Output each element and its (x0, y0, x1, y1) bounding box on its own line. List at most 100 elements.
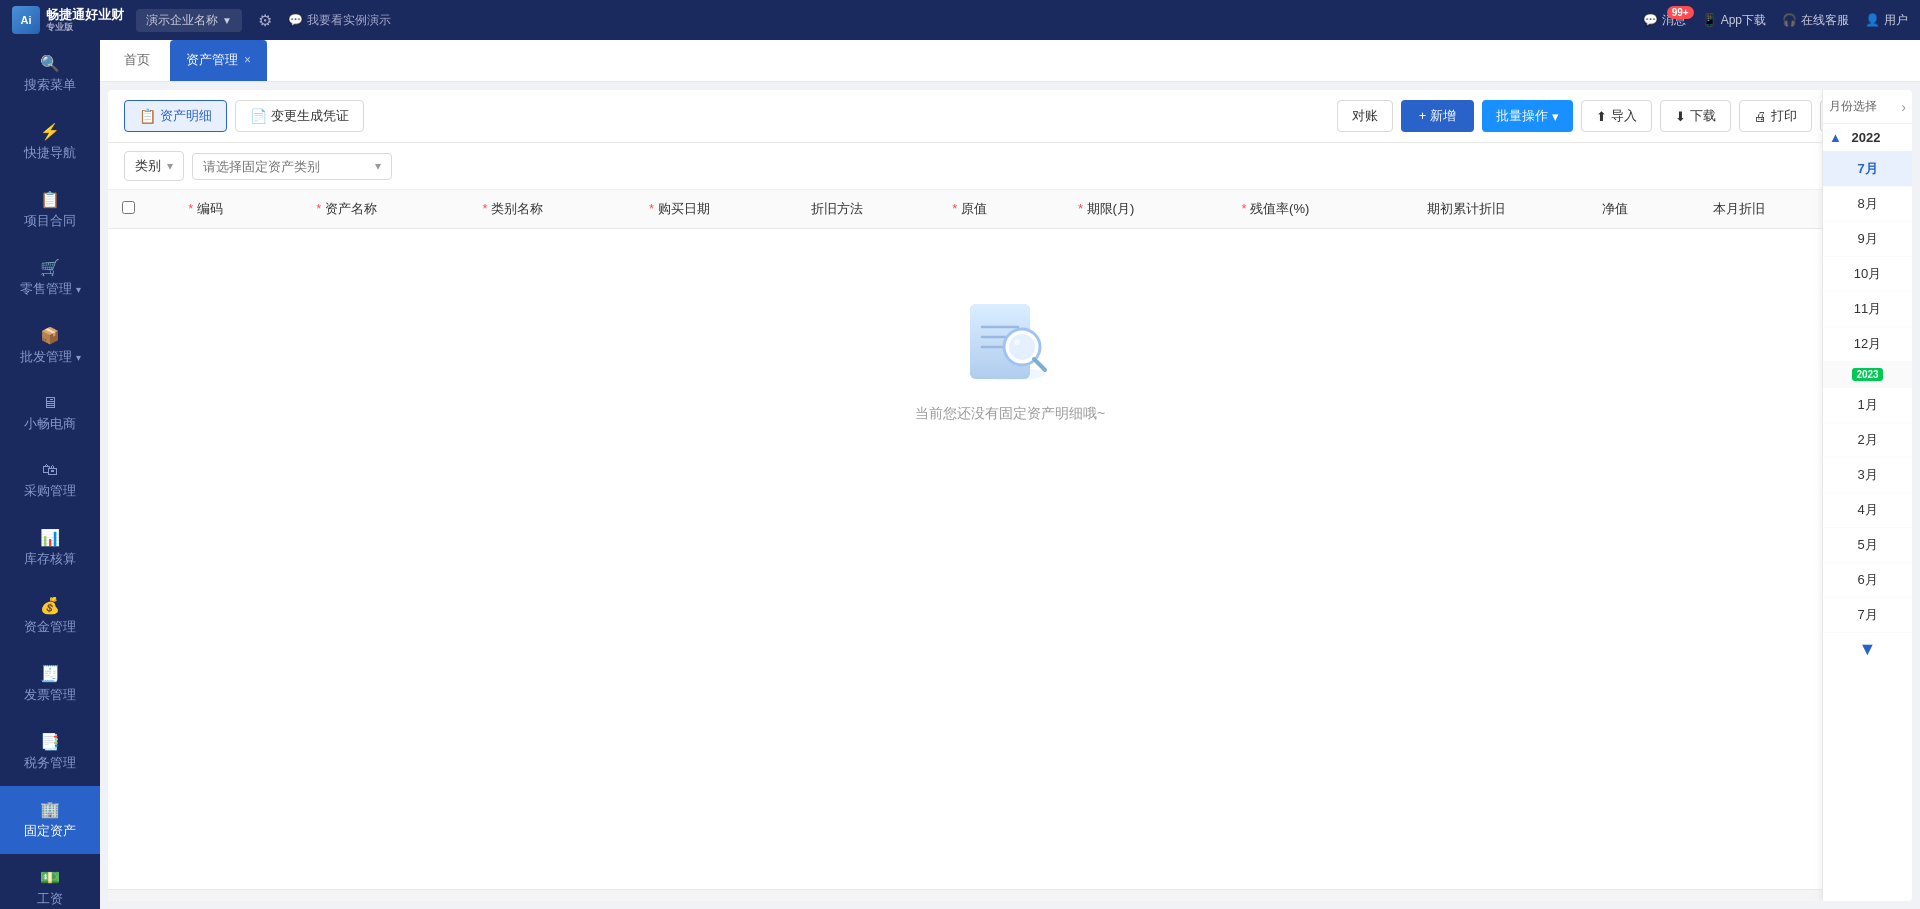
message-button[interactable]: 💬 消息 99+ (1643, 12, 1686, 29)
import-button[interactable]: ⬆ 导入 (1581, 100, 1652, 132)
category-filter-type[interactable]: 类别 ▾ (124, 151, 184, 181)
toolbar: 对账 + 新增 批量操作 ▾ ⬆ 导入 ⬇ 下载 (1337, 100, 1896, 132)
sidebar-item-retail[interactable]: 🛒 零售管理 ▾ (0, 244, 100, 312)
print-button[interactable]: 🖨 打印 (1739, 100, 1812, 132)
month-2022-09-label: 9月 (1857, 231, 1877, 246)
sidebar-item-ecommerce[interactable]: 🖥 小畅电商 (0, 380, 100, 447)
month-item-2022-10[interactable]: 10月 (1823, 257, 1912, 292)
demo-link[interactable]: 💬 我要看实例演示 (288, 12, 391, 29)
sidebar-item-salary[interactable]: 💵 工资 (0, 854, 100, 909)
horizontal-scrollbar[interactable] (108, 889, 1912, 901)
sidebar-item-inventory[interactable]: 📊 库存核算 (0, 514, 100, 582)
sidebar-label-search: 搜索菜单 (8, 76, 92, 94)
month-2023-04-label: 4月 (1857, 502, 1877, 517)
asset-table: * 编码 * 资产名称 * 类别名称 * 购买日期 折旧方法 * 原值 * 期限… (108, 190, 1912, 483)
import-icon: ⬆ (1596, 109, 1607, 124)
category-search-input[interactable] (203, 159, 375, 174)
reconcile-button[interactable]: 对账 (1337, 100, 1393, 132)
asset-detail-icon: 📋 (139, 108, 156, 124)
user-info[interactable]: 👤 用户 (1865, 12, 1908, 29)
salary-icon: 💵 (8, 868, 92, 887)
app-name: 畅捷通好业财 专业版 (46, 7, 124, 33)
quick-nav-icon: ⚡ (8, 122, 92, 141)
finance-icon: 💰 (8, 596, 92, 615)
top-bar-right: 💬 消息 99+ 📱 App下载 🎧 在线客服 👤 用户 (1643, 12, 1908, 29)
add-new-button[interactable]: + 新增 (1401, 100, 1474, 132)
filter-chevron-icon: ▾ (375, 159, 381, 173)
search-icon: 🔍 (8, 54, 92, 73)
month-item-2023-02[interactable]: 2月 (1823, 423, 1912, 458)
batch-ops-button[interactable]: 批量操作 ▾ (1482, 100, 1573, 132)
sidebar-item-fixed-assets[interactable]: 🏢 固定资产 (0, 786, 100, 854)
month-item-2022-11[interactable]: 11月 (1823, 292, 1912, 327)
tab-bar: 首页 资产管理 × (100, 40, 1920, 82)
sidebar-item-invoice[interactable]: 🧾 发票管理 (0, 650, 100, 718)
category-input-wrap[interactable]: ▾ (192, 153, 392, 180)
category-label: 类别 (135, 157, 161, 175)
month-2022-08-label: 8月 (1857, 196, 1877, 211)
col-period-months: * 期限(月) (1027, 190, 1185, 229)
month-2023-06-label: 6月 (1857, 572, 1877, 587)
company-selector[interactable]: 演示企业名称 ▼ (136, 9, 242, 32)
col-original-value: * 原值 (912, 190, 1027, 229)
col-accumulated-dep: 期初累计折旧 (1366, 190, 1566, 229)
sidebar-item-search[interactable]: 🔍 搜索菜单 (0, 40, 100, 108)
sidebar-label-retail: 零售管理 (20, 280, 72, 298)
month-item-2022-12[interactable]: 12月 (1823, 327, 1912, 362)
online-service-button[interactable]: 🎧 在线客服 (1782, 12, 1849, 29)
app-logo: Ai 畅捷通好业财 专业版 (12, 6, 124, 34)
page-content: 📋 资产明细 📄 变更生成凭证 对账 + 新增 批量操作 (108, 90, 1912, 901)
sidebar-item-project-contract[interactable]: 📋 项目合同 (0, 176, 100, 244)
month-item-2023-07[interactable]: 7月 (1823, 598, 1912, 633)
filter-bar: 类别 ▾ ▾ (108, 143, 1912, 190)
sub-tab-change-voucher[interactable]: 📄 变更生成凭证 (235, 100, 364, 132)
tab-home[interactable]: 首页 (108, 40, 166, 81)
month-item-2023-05[interactable]: 5月 (1823, 528, 1912, 563)
sub-tab-asset-detail[interactable]: 📋 资产明细 (124, 100, 227, 132)
month-item-2022-08[interactable]: 8月 (1823, 187, 1912, 222)
company-name: 演示企业名称 (146, 12, 218, 29)
up-arrow-icon: ▲ (1829, 130, 1842, 145)
tab-close-icon[interactable]: × (244, 53, 251, 67)
month-item-2022-07[interactable]: 7月 (1823, 152, 1912, 187)
sidebar-item-finance[interactable]: 💰 资金管理 (0, 582, 100, 650)
phone-icon: 📱 (1702, 13, 1717, 27)
demo-icon: 💬 (288, 13, 303, 27)
fixed-assets-icon: 🏢 (8, 800, 92, 819)
month-2023-02-label: 2月 (1857, 432, 1877, 447)
month-item-2023-03[interactable]: 3月 (1823, 458, 1912, 493)
settings-icon[interactable]: ⚙ (254, 7, 276, 34)
sidebar-item-tax[interactable]: 📑 税务管理 (0, 718, 100, 786)
month-item-2023-06[interactable]: 6月 (1823, 563, 1912, 598)
app-download-button[interactable]: 📱 App下载 (1702, 12, 1766, 29)
sidebar-label-tax: 税务管理 (8, 754, 92, 772)
print-icon: 🖨 (1754, 109, 1767, 124)
col-residual-rate: * 残值率(%) (1185, 190, 1366, 229)
batch-arrow-icon: ▾ (1552, 109, 1559, 124)
month-item-2023-01[interactable]: 1月 (1823, 388, 1912, 423)
download-button[interactable]: ⬇ 下载 (1660, 100, 1731, 132)
sidebar-label-invoice: 发票管理 (8, 686, 92, 704)
down-arrow-icon[interactable]: ▼ (1859, 639, 1877, 660)
tab-asset-management[interactable]: 资产管理 × (170, 40, 267, 81)
select-all-checkbox[interactable] (122, 201, 135, 214)
year-2023-badge: 2023 (1852, 368, 1882, 381)
print-label: 打印 (1771, 107, 1797, 125)
month-picker-panel: 月份选择 › ▲ 2022 7月 8月 9月 (1822, 90, 1912, 901)
month-item-2022-09[interactable]: 9月 (1823, 222, 1912, 257)
main-layout: 🔍 搜索菜单 ⚡ 快捷导航 📋 项目合同 🛒 零售管理 ▾ 📦 批发管理 ▾ (0, 40, 1920, 909)
sidebar-item-purchase[interactable]: 🛍 采购管理 (0, 447, 100, 514)
retail-icon: 🛒 (8, 258, 92, 277)
empty-row: 当前您还没有固定资产明细哦~ (108, 229, 1912, 484)
month-item-2023-04[interactable]: 4月 (1823, 493, 1912, 528)
logo-icon: Ai (12, 6, 40, 34)
sidebar-item-quick-nav[interactable]: ⚡ 快捷导航 (0, 108, 100, 176)
month-2023-03-label: 3月 (1857, 467, 1877, 482)
sidebar-item-wholesale[interactable]: 📦 批发管理 ▾ (0, 312, 100, 380)
sidebar-label-purchase: 采购管理 (8, 482, 92, 500)
month-picker-close-icon[interactable]: › (1901, 99, 1906, 115)
tab-asset-label: 资产管理 (186, 51, 238, 69)
sub-tab-change-voucher-label: 变更生成凭证 (271, 107, 349, 125)
project-icon: 📋 (8, 190, 92, 209)
retail-arrow-icon: ▾ (76, 284, 81, 295)
